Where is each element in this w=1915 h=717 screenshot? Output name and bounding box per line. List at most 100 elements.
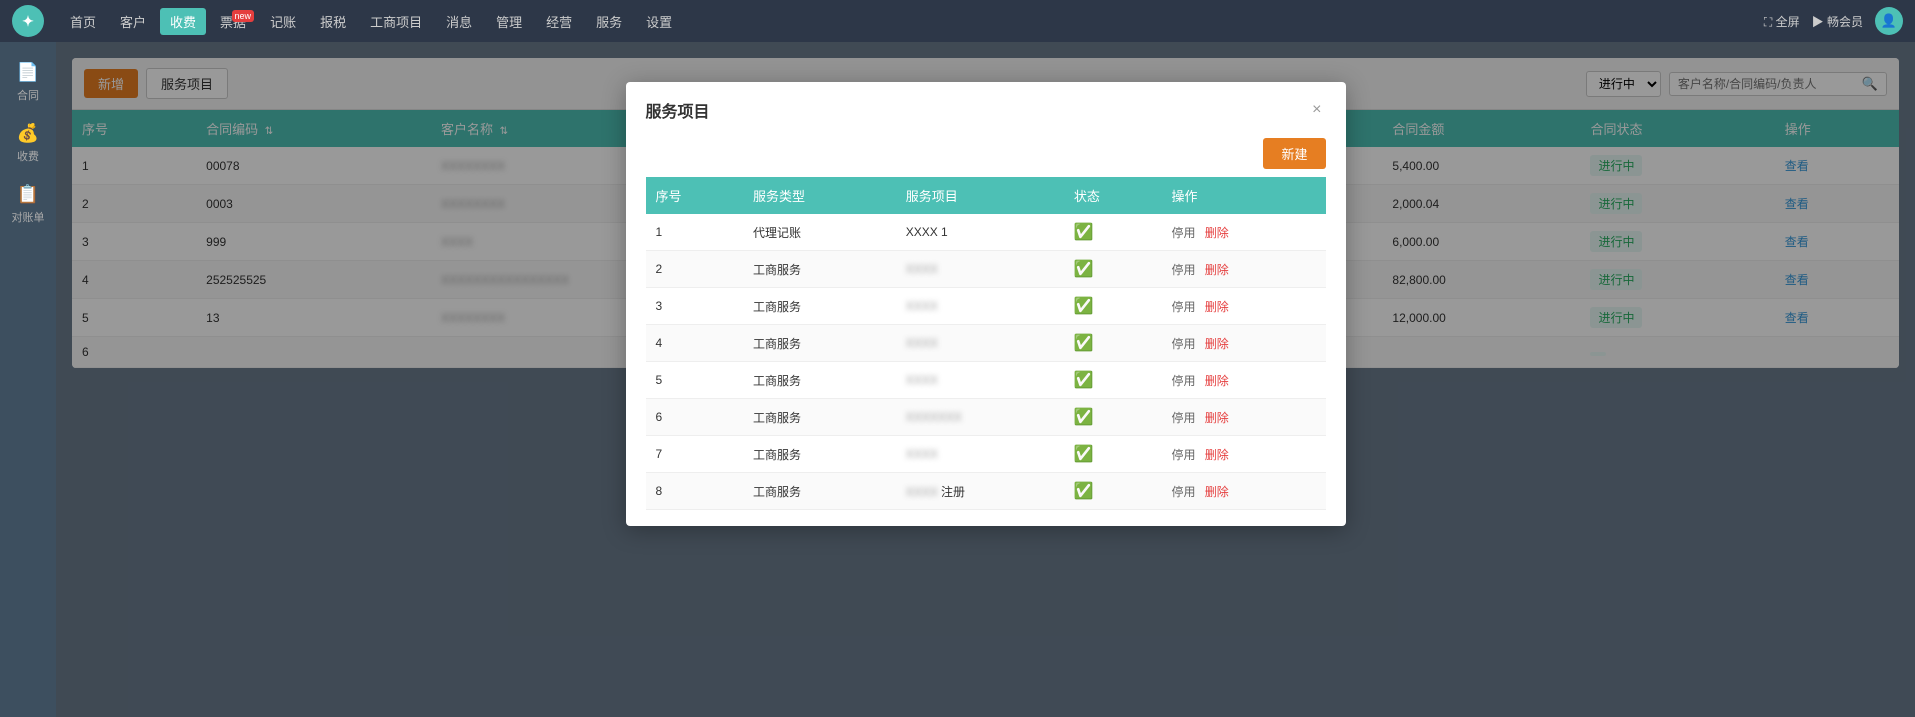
nav-bizproject[interactable]: 工商项目 xyxy=(360,8,432,35)
modal-table-row: 5 工商服务 XXXX ✅ 停用 删除 xyxy=(646,362,1326,399)
modal-cell-status: ✅ xyxy=(1064,214,1162,251)
nav-bookkeeping[interactable]: 记账 xyxy=(260,8,306,35)
modal-cell-seq: 7 xyxy=(646,436,744,473)
new-badge: new xyxy=(232,10,255,22)
modal-cell-item: XXXX 1 xyxy=(896,214,1064,251)
modal-cell-status: ✅ xyxy=(1064,436,1162,473)
nav-billing[interactable]: 收费 xyxy=(160,8,206,35)
modal-cell-seq: 4 xyxy=(646,325,744,362)
modal-cell-item: XXXX xyxy=(896,436,1064,473)
stop-button[interactable]: 停用 xyxy=(1171,263,1195,277)
delete-button[interactable]: 删除 xyxy=(1205,485,1229,499)
modal-cell-action: 停用 删除 xyxy=(1161,251,1325,288)
modal-cell-action: 停用 删除 xyxy=(1161,288,1325,325)
modal-cell-seq: 2 xyxy=(646,251,744,288)
stop-button[interactable]: 停用 xyxy=(1171,411,1195,425)
nav-invoice[interactable]: 票据new xyxy=(210,8,256,35)
fullscreen-btn[interactable]: ⛶ 全屏 xyxy=(1764,13,1800,30)
delete-button[interactable]: 删除 xyxy=(1205,411,1229,425)
nav-items: 首页 客户 收费 票据new 记账 报税 工商项目 消息 管理 经营 服务 设置 xyxy=(60,8,1764,35)
modal-table-row: 2 工商服务 XXXX ✅ 停用 删除 xyxy=(646,251,1326,288)
modal-cell-action: 停用 删除 xyxy=(1161,325,1325,362)
sidebar-label-billing: 收费 xyxy=(17,148,39,164)
modal-cell-item: XXXXXXX xyxy=(896,399,1064,436)
modal-cell-type: 工商服务 xyxy=(743,325,896,362)
modal-cell-action: 停用 删除 xyxy=(1161,436,1325,473)
modal-cell-status: ✅ xyxy=(1064,325,1162,362)
delete-button[interactable]: 删除 xyxy=(1205,263,1229,277)
modal-cell-type: 工商服务 xyxy=(743,436,896,473)
modal-cell-status: ✅ xyxy=(1064,399,1162,436)
sidebar-item-statement[interactable]: 📋 对账单 xyxy=(0,176,56,233)
member-btn[interactable]: ▶ 畅会员 xyxy=(1812,13,1863,30)
modal-table-row: 3 工商服务 XXXX ✅ 停用 删除 xyxy=(646,288,1326,325)
stop-button[interactable]: 停用 xyxy=(1171,485,1195,499)
modal-cell-type: 工商服务 xyxy=(743,251,896,288)
delete-button[interactable]: 删除 xyxy=(1205,300,1229,314)
nav-client[interactable]: 客户 xyxy=(110,8,156,35)
modal-cell-action: 停用 删除 xyxy=(1161,399,1325,436)
modal-toolbar: 新建 xyxy=(626,130,1346,177)
modal-cell-seq: 5 xyxy=(646,362,744,399)
modal-table-row: 7 工商服务 XXXX ✅ 停用 删除 xyxy=(646,436,1326,473)
service-items-table: 序号 服务类型 服务项目 状态 操作 1 代理记账 XXXX 1 ✅ 停用 删除 xyxy=(646,177,1326,510)
stop-button[interactable]: 停用 xyxy=(1171,300,1195,314)
contract-icon: 📄 xyxy=(17,62,39,83)
nav-message[interactable]: 消息 xyxy=(436,8,482,35)
stop-button[interactable]: 停用 xyxy=(1171,448,1195,462)
billing-icon: 💰 xyxy=(17,123,39,144)
modal-cell-action: 停用 删除 xyxy=(1161,362,1325,399)
layout: 📄 合同 💰 收费 📋 对账单 新增 服务项目 进行中 已完成 已取消 xyxy=(0,42,1915,717)
modal-cell-status: ✅ xyxy=(1064,473,1162,510)
nav-tax[interactable]: 报税 xyxy=(310,8,356,35)
nav-service[interactable]: 服务 xyxy=(586,8,632,35)
avatar[interactable]: 👤 xyxy=(1875,7,1903,35)
modal-overlay: 服务项目 × 新建 序号 服务类型 服务项目 状态 xyxy=(56,42,1915,717)
statement-icon: 📋 xyxy=(17,184,39,205)
modal-cell-seq: 8 xyxy=(646,473,744,510)
modal-col-item: 服务项目 xyxy=(896,177,1064,214)
delete-button[interactable]: 删除 xyxy=(1205,226,1229,240)
sidebar-item-billing[interactable]: 💰 收费 xyxy=(0,115,56,172)
stop-button[interactable]: 停用 xyxy=(1171,337,1195,351)
sidebar-label-contract: 合同 xyxy=(17,87,39,103)
modal-cell-type: 工商服务 xyxy=(743,362,896,399)
modal-cell-seq: 6 xyxy=(646,399,744,436)
sidebar-item-contract[interactable]: 📄 合同 xyxy=(0,54,56,111)
nav-manage[interactable]: 管理 xyxy=(486,8,532,35)
top-nav: ✦ 首页 客户 收费 票据new 记账 报税 工商项目 消息 管理 经营 服务 … xyxy=(0,0,1915,42)
modal-col-seq: 序号 xyxy=(646,177,744,214)
nav-right: ⛶ 全屏 ▶ 畅会员 👤 xyxy=(1764,7,1903,35)
modal-col-type: 服务类型 xyxy=(743,177,896,214)
stop-button[interactable]: 停用 xyxy=(1171,374,1195,388)
app-logo: ✦ xyxy=(12,5,44,37)
nav-operation[interactable]: 经营 xyxy=(536,8,582,35)
delete-button[interactable]: 删除 xyxy=(1205,374,1229,388)
modal-table-row: 8 工商服务 XXXX 注册 ✅ 停用 删除 xyxy=(646,473,1326,510)
modal-cell-type: 工商服务 xyxy=(743,399,896,436)
sidebar-label-statement: 对账单 xyxy=(12,209,45,225)
modal-table-row: 1 代理记账 XXXX 1 ✅ 停用 删除 xyxy=(646,214,1326,251)
modal-table-row: 4 工商服务 XXXX ✅ 停用 删除 xyxy=(646,325,1326,362)
stop-button[interactable]: 停用 xyxy=(1171,226,1195,240)
service-modal: 服务项目 × 新建 序号 服务类型 服务项目 状态 xyxy=(626,82,1346,526)
modal-col-action: 操作 xyxy=(1161,177,1325,214)
modal-cell-type: 代理记账 xyxy=(743,214,896,251)
modal-cell-status: ✅ xyxy=(1064,251,1162,288)
nav-settings[interactable]: 设置 xyxy=(636,8,682,35)
modal-cell-type: 工商服务 xyxy=(743,288,896,325)
modal-cell-action: 停用 删除 xyxy=(1161,473,1325,510)
modal-close-button[interactable]: × xyxy=(1308,98,1325,122)
delete-button[interactable]: 删除 xyxy=(1205,337,1229,351)
modal-cell-item: XXXX 注册 xyxy=(896,473,1064,510)
modal-header: 服务项目 × xyxy=(626,82,1346,130)
sidebar: 📄 合同 💰 收费 📋 对账单 xyxy=(0,42,56,717)
modal-cell-item: XXXX xyxy=(896,288,1064,325)
modal-cell-item: XXXX xyxy=(896,251,1064,288)
modal-body: 序号 服务类型 服务项目 状态 操作 1 代理记账 XXXX 1 ✅ 停用 删除 xyxy=(626,177,1346,526)
nav-home[interactable]: 首页 xyxy=(60,8,106,35)
modal-cell-seq: 1 xyxy=(646,214,744,251)
delete-button[interactable]: 删除 xyxy=(1205,448,1229,462)
modal-table-row: 6 工商服务 XXXXXXX ✅ 停用 删除 xyxy=(646,399,1326,436)
modal-new-button[interactable]: 新建 xyxy=(1263,138,1325,169)
